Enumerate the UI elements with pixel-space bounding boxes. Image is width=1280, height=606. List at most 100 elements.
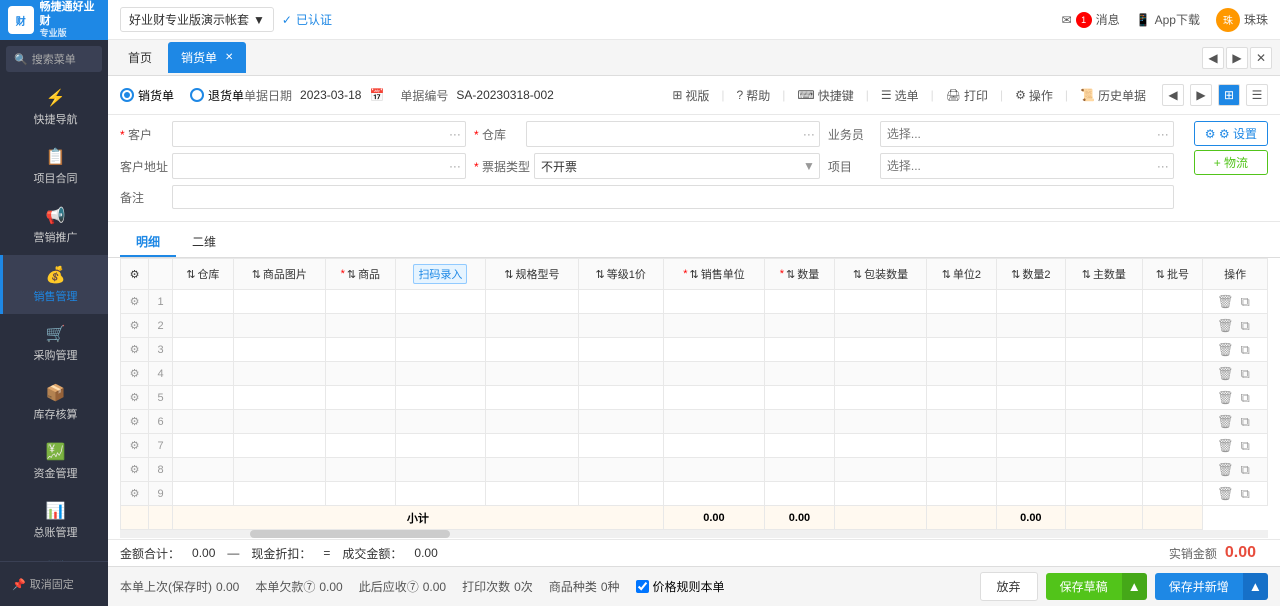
col-batch[interactable]: ⇅批号 bbox=[1142, 259, 1203, 290]
save-new-button[interactable]: 保存并新增 bbox=[1155, 573, 1243, 600]
tab-next-button[interactable]: ▶ bbox=[1226, 47, 1248, 69]
row-batch[interactable] bbox=[1142, 434, 1203, 458]
row-copy-icon[interactable]: ⧉ bbox=[1237, 486, 1253, 502]
row-qty[interactable] bbox=[765, 290, 835, 314]
row-batch[interactable] bbox=[1142, 314, 1203, 338]
row-warehouse[interactable] bbox=[173, 482, 234, 506]
row-goods[interactable] bbox=[325, 434, 395, 458]
table-tab-detail[interactable]: 明细 bbox=[120, 228, 176, 257]
row-price[interactable] bbox=[578, 458, 663, 482]
row-warehouse[interactable] bbox=[173, 362, 234, 386]
row-batch[interactable] bbox=[1142, 482, 1203, 506]
salesman-input-wrapper[interactable]: ··· bbox=[880, 121, 1174, 147]
row-pkg-qty[interactable] bbox=[834, 290, 926, 314]
view-action[interactable]: ⊞ 视版 bbox=[666, 85, 715, 106]
row-unit2[interactable] bbox=[927, 458, 996, 482]
address-input[interactable] bbox=[173, 159, 445, 173]
row-qty[interactable] bbox=[765, 362, 835, 386]
row-image[interactable] bbox=[233, 386, 325, 410]
row-main-qty[interactable] bbox=[1066, 386, 1142, 410]
tab-prev-button[interactable]: ◀ bbox=[1202, 47, 1224, 69]
row-warehouse[interactable] bbox=[173, 338, 234, 362]
sidebar-item-purchase[interactable]: 🛒 采购管理 bbox=[0, 314, 108, 373]
row-image[interactable] bbox=[233, 290, 325, 314]
row-batch[interactable] bbox=[1142, 290, 1203, 314]
row-image[interactable] bbox=[233, 362, 325, 386]
row-price[interactable] bbox=[578, 434, 663, 458]
row-unit[interactable] bbox=[663, 314, 764, 338]
row-qty[interactable] bbox=[765, 482, 835, 506]
row-goods[interactable] bbox=[325, 314, 395, 338]
row-unit2[interactable] bbox=[927, 386, 996, 410]
row-settings-cell[interactable]: ⚙ bbox=[121, 290, 149, 314]
row-qty2[interactable] bbox=[996, 338, 1065, 362]
save-draft-dropdown[interactable]: ▲ bbox=[1122, 573, 1147, 600]
row-main-qty[interactable] bbox=[1066, 410, 1142, 434]
project-input-wrapper[interactable]: ··· bbox=[880, 153, 1174, 179]
customer-input-wrapper[interactable]: ··· bbox=[172, 121, 466, 147]
row-main-qty[interactable] bbox=[1066, 362, 1142, 386]
col-spec[interactable]: ⇅规格型号 bbox=[486, 259, 578, 290]
row-warehouse[interactable] bbox=[173, 410, 234, 434]
row-main-qty[interactable] bbox=[1066, 482, 1142, 506]
row-unit2[interactable] bbox=[927, 434, 996, 458]
row-unit2[interactable] bbox=[927, 362, 996, 386]
col-qty[interactable]: *⇅数量 bbox=[765, 259, 835, 290]
row-main-qty[interactable] bbox=[1066, 290, 1142, 314]
row-main-qty[interactable] bbox=[1066, 314, 1142, 338]
row-unit2[interactable] bbox=[927, 482, 996, 506]
radio-return-order[interactable]: 退货单 bbox=[190, 87, 244, 104]
help-action[interactable]: ? 帮助 bbox=[731, 85, 777, 106]
col-scan[interactable]: 扫码录入 bbox=[395, 259, 486, 290]
sidebar-item-quick-nav[interactable]: ⚡ 快捷导航 bbox=[0, 78, 108, 137]
abandon-button[interactable]: 放弃 bbox=[980, 572, 1038, 601]
row-delete-icon[interactable]: 🗑 bbox=[1217, 294, 1233, 310]
row-batch[interactable] bbox=[1142, 410, 1203, 434]
row-main-qty[interactable] bbox=[1066, 338, 1142, 362]
row-scan[interactable] bbox=[395, 434, 486, 458]
row-scan[interactable] bbox=[395, 362, 486, 386]
sidebar-item-project[interactable]: 📋 项目合同 bbox=[0, 137, 108, 196]
row-qty2[interactable] bbox=[996, 290, 1065, 314]
row-goods[interactable] bbox=[325, 458, 395, 482]
row-settings-cell[interactable]: ⚙ bbox=[121, 482, 149, 506]
row-qty2[interactable] bbox=[996, 314, 1065, 338]
row-spec[interactable] bbox=[486, 290, 578, 314]
row-spec[interactable] bbox=[486, 458, 578, 482]
row-main-qty[interactable] bbox=[1066, 434, 1142, 458]
salesman-input[interactable] bbox=[881, 127, 1153, 141]
row-qty2[interactable] bbox=[996, 410, 1065, 434]
row-price[interactable] bbox=[578, 386, 663, 410]
row-copy-icon[interactable]: ⧉ bbox=[1237, 390, 1253, 406]
row-pkg-qty[interactable] bbox=[834, 410, 926, 434]
row-copy-icon[interactable]: ⧉ bbox=[1237, 462, 1253, 478]
row-pkg-qty[interactable] bbox=[834, 482, 926, 506]
row-copy-icon[interactable]: ⧉ bbox=[1237, 414, 1253, 430]
price-rule-checkbox[interactable]: 价格规则本单 bbox=[636, 578, 725, 595]
col-image[interactable]: ⇅商品图片 bbox=[233, 259, 325, 290]
row-image[interactable] bbox=[233, 410, 325, 434]
row-goods[interactable] bbox=[325, 338, 395, 362]
search-menu-button[interactable]: 🔍 搜索菜单 bbox=[6, 46, 102, 72]
radio-sales-order[interactable]: 销货单 bbox=[120, 87, 174, 104]
row-settings-cell[interactable]: ⚙ bbox=[121, 338, 149, 362]
row-pkg-qty[interactable] bbox=[834, 338, 926, 362]
save-new-dropdown[interactable]: ▲ bbox=[1243, 573, 1268, 600]
customer-dots[interactable]: ··· bbox=[445, 127, 465, 141]
row-scan[interactable] bbox=[395, 338, 486, 362]
row-spec[interactable] bbox=[486, 482, 578, 506]
message-action[interactable]: ✉ 1 消息 bbox=[1062, 11, 1120, 28]
sidebar-item-invoice[interactable]: 🧾 发票管理 bbox=[0, 550, 108, 561]
row-copy-icon[interactable]: ⧉ bbox=[1237, 366, 1253, 382]
row-pkg-qty[interactable] bbox=[834, 458, 926, 482]
row-main-qty[interactable] bbox=[1066, 458, 1142, 482]
sidebar-item-sales[interactable]: 💰 销售管理 bbox=[0, 255, 108, 314]
salesman-dots[interactable]: ··· bbox=[1153, 127, 1173, 141]
row-scan[interactable] bbox=[395, 482, 486, 506]
row-qty2[interactable] bbox=[996, 458, 1065, 482]
row-unit2[interactable] bbox=[927, 338, 996, 362]
action-prev[interactable]: ◀ bbox=[1162, 84, 1184, 106]
col-price[interactable]: ⇅等级1价 bbox=[578, 259, 663, 290]
row-warehouse[interactable] bbox=[173, 434, 234, 458]
tab-sales-order[interactable]: 销货单 ✕ bbox=[168, 42, 246, 73]
